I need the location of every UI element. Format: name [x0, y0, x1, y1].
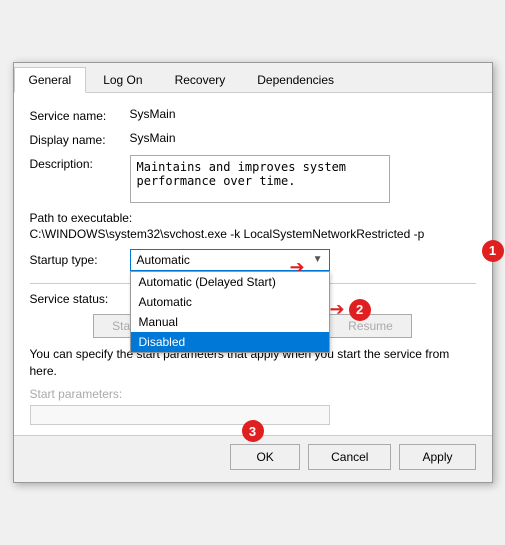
badge-3: 3 — [242, 420, 264, 442]
service-name-row: Service name: SysMain — [30, 107, 476, 123]
dialog-footer: 3 OK Cancel Apply — [14, 435, 492, 482]
start-params-label: Start parameters: — [30, 387, 476, 401]
start-params-input[interactable] — [30, 405, 330, 425]
service-dialog: General Log On Recovery Dependencies Ser… — [13, 62, 493, 484]
badge-1: 1 — [482, 240, 504, 262]
badge-2-container: ➔ 2 — [330, 299, 371, 321]
startup-dropdown-list: Automatic (Delayed Start) Automatic Manu… — [130, 271, 330, 353]
dropdown-option-delayed[interactable]: Automatic (Delayed Start) — [131, 272, 329, 292]
service-name-value: SysMain — [130, 107, 176, 121]
ok-button[interactable]: OK — [230, 444, 300, 470]
dropdown-option-manual[interactable]: Manual — [131, 312, 329, 332]
tab-content: Service name: SysMain Display name: SysM… — [14, 93, 492, 436]
display-name-value: SysMain — [130, 131, 176, 145]
description-row: Description: Maintains and improves syst… — [30, 155, 476, 203]
description-textarea[interactable]: Maintains and improves system performanc… — [130, 155, 390, 203]
tab-bar: General Log On Recovery Dependencies — [14, 63, 492, 93]
display-name-row: Display name: SysMain — [30, 131, 476, 147]
path-section: Path to executable: C:\WINDOWS\system32\… — [30, 211, 476, 241]
dropdown-option-disabled[interactable]: Disabled — [131, 332, 329, 352]
dropdown-option-automatic[interactable]: Automatic — [131, 292, 329, 312]
tab-dependencies[interactable]: Dependencies — [242, 67, 349, 92]
path-label: Path to executable: — [30, 211, 476, 225]
startup-type-selected-value: Automatic — [137, 253, 190, 267]
cancel-button[interactable]: Cancel — [308, 444, 391, 470]
tab-recovery[interactable]: Recovery — [160, 67, 241, 92]
path-value: C:\WINDOWS\system32\svchost.exe -k Local… — [30, 227, 476, 241]
startup-type-label: Startup type: — [30, 253, 130, 267]
dropdown-arrow-icon: ▼ — [313, 254, 323, 265]
apply-button[interactable]: Apply — [399, 444, 475, 470]
service-status-label: Service status: — [30, 292, 130, 306]
description-label: Description: — [30, 155, 130, 171]
badge-2: 2 — [349, 299, 371, 321]
service-name-label: Service name: — [30, 107, 130, 123]
tab-general[interactable]: General — [14, 67, 87, 93]
display-name-label: Display name: — [30, 131, 130, 147]
tab-logon[interactable]: Log On — [88, 67, 157, 92]
